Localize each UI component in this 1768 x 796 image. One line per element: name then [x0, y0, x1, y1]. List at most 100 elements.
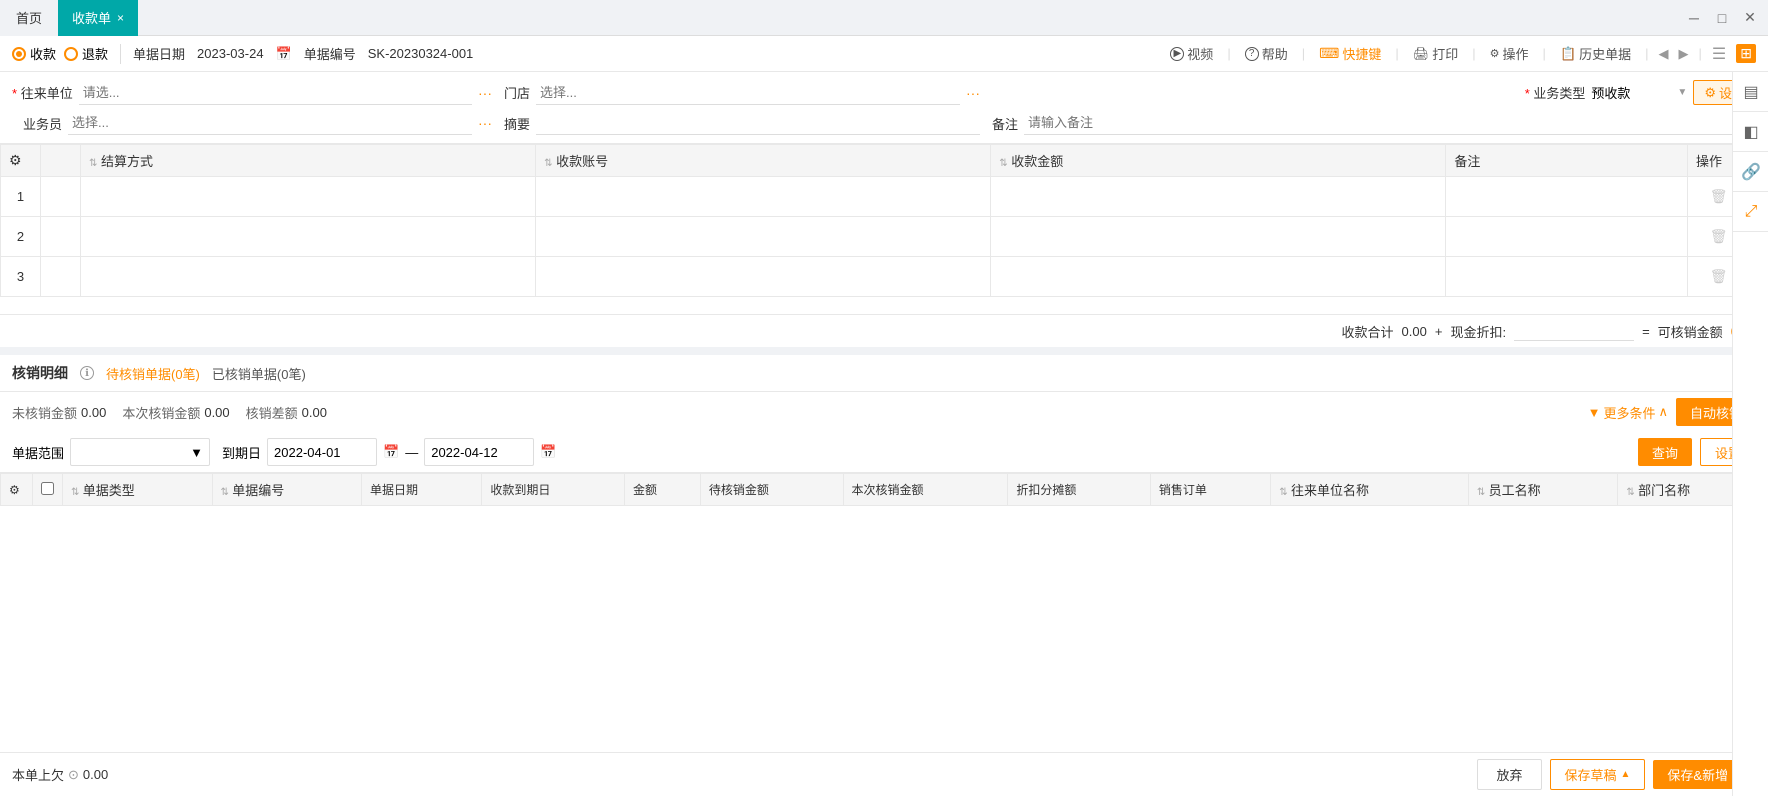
radio-refund[interactable]: 退款	[64, 44, 108, 63]
salesperson-input[interactable]	[68, 111, 472, 135]
range-field: 单据范围 ▼	[12, 438, 210, 466]
help-icon: ?	[1245, 47, 1259, 61]
save-draft-button[interactable]: 保存草稿 ▲	[1550, 759, 1646, 790]
row-2-account[interactable]	[536, 217, 991, 257]
sum-label: 收款合计	[1342, 322, 1394, 341]
close-button[interactable]: ✕	[1740, 8, 1760, 28]
store-label: 门店	[500, 83, 530, 102]
store-input[interactable]	[536, 81, 960, 105]
verif-title: 核销明细	[12, 363, 68, 383]
table-area: ⚙ ⇅ 结算方式 ⇅ 收款账号 ⇅ 收款金额 备注	[0, 144, 1768, 314]
business-type-chevron-icon[interactable]: ▼	[1677, 87, 1687, 98]
row-1-account[interactable]	[536, 177, 991, 217]
diff-stat: 核销差额 0.00	[246, 403, 327, 422]
row-2-remark[interactable]	[1446, 217, 1688, 257]
right-panel-icon-3[interactable]: 🔗	[1733, 152, 1768, 192]
date-label: 单据日期	[133, 44, 185, 63]
table-col-account: ⇅ 收款账号	[536, 145, 991, 177]
print-button[interactable]: 🖨 打印	[1409, 42, 1463, 65]
verif-done-tab[interactable]: 已核销单据(0笔)	[212, 364, 306, 383]
salesperson-more-btn[interactable]: ···	[478, 115, 492, 131]
curr-verif-stat: 本次核销金额 0.00	[122, 403, 229, 422]
tab-home[interactable]: 首页	[0, 0, 58, 36]
row-2-amount[interactable]	[991, 217, 1446, 257]
verif-toolbar: 单据范围 ▼ 到期日 📅 — 📅 查询 设置	[0, 432, 1768, 473]
more-conditions-button[interactable]: ▼ 更多条件 ∧	[1588, 403, 1668, 422]
form-area: * 往来单位 ··· 门店 ··· * 业务类型 预收款 ▼ ⚙	[0, 72, 1768, 144]
discard-button[interactable]: 放弃	[1477, 759, 1541, 790]
right-panel-icon-1[interactable]: ▤	[1733, 72, 1768, 112]
table-col-settings[interactable]: ⚙	[1, 145, 41, 177]
maximize-button[interactable]: □	[1712, 8, 1732, 28]
tab-close-icon[interactable]: ×	[117, 11, 124, 25]
table-gear-icon[interactable]: ⚙	[9, 152, 22, 168]
table-row: 2 🗑 ⊕	[1, 217, 1768, 257]
verif-col-checkbox[interactable]	[33, 474, 63, 506]
video-button[interactable]: ▶ 视频	[1166, 42, 1217, 65]
verif-pending-tab[interactable]: 待核销单据(0笔)	[106, 364, 200, 383]
verif-col-settings[interactable]: ⚙	[1, 474, 33, 506]
next-icon[interactable]: ▶	[1679, 46, 1689, 62]
verif-info-icon[interactable]: ℹ	[80, 366, 94, 380]
verif-col-discount: 折扣分摊额	[1008, 474, 1151, 506]
row-2-settlement[interactable]	[81, 217, 536, 257]
business-type-label: * 业务类型	[1525, 83, 1586, 102]
minimize-button[interactable]: ─	[1684, 8, 1704, 28]
date-field: 到期日 📅 — 📅	[222, 438, 556, 466]
counterpart-more-btn[interactable]: ···	[478, 85, 492, 101]
counterpart-field: * 往来单位 ···	[12, 81, 492, 105]
row-3-amount[interactable]	[991, 257, 1446, 297]
row-2-delete-icon[interactable]: 🗑	[1710, 228, 1728, 245]
date-from-calendar-icon[interactable]: 📅	[383, 444, 399, 460]
right-panel-icon-2[interactable]: ◧	[1733, 112, 1768, 152]
verif-table-wrap: ⚙ ⇅ 单据类型 ⇅ 单据编号 单据日期 收款到期日	[0, 473, 1768, 752]
table-col-num	[41, 145, 81, 177]
date-from-input[interactable]	[267, 438, 377, 466]
date-to-input[interactable]	[424, 438, 534, 466]
verif-checkbox-all[interactable]	[41, 482, 54, 495]
remark-field: 备注	[988, 111, 1756, 135]
business-type-field: * 业务类型 预收款 ▼ ⚙ 设置	[988, 80, 1756, 105]
table-footer: 收款合计 0.00 + 现金折扣: = 可核销金额 0.00	[0, 314, 1768, 347]
summary-input[interactable]	[536, 111, 980, 135]
row-3-delete-icon[interactable]: 🗑	[1710, 268, 1728, 285]
row-3-remark[interactable]	[1446, 257, 1688, 297]
shortcut-button[interactable]: ⌨ 快捷键	[1315, 42, 1385, 65]
calendar-icon[interactable]: 📅	[276, 46, 292, 62]
verif-col-sales-order: 销售订单	[1150, 474, 1270, 506]
counterpart-input[interactable]	[79, 81, 472, 105]
salesperson-label: 业务员	[12, 114, 62, 133]
row-3-settlement[interactable]	[81, 257, 536, 297]
right-panel-icon-4[interactable]: ⤢	[1733, 192, 1768, 232]
tab-receipt[interactable]: 收款单 ×	[58, 0, 138, 36]
curr-verif-label: 本次核销金额	[122, 403, 200, 422]
settings-gear-icon: ⚙	[1704, 85, 1716, 101]
data-table: ⚙ ⇅ 结算方式 ⇅ 收款账号 ⇅ 收款金额 备注	[0, 144, 1768, 297]
date-value[interactable]: 2023-03-24	[197, 46, 264, 61]
discount-input[interactable]	[1514, 321, 1634, 341]
print-icon: 🖨	[1413, 46, 1430, 62]
radio-receipt[interactable]: 收款	[12, 44, 56, 63]
row-1-remark[interactable]	[1446, 177, 1688, 217]
remark-label: 备注	[988, 114, 1018, 133]
list-view-icon[interactable]: ☰	[1712, 44, 1726, 64]
range-select[interactable]: ▼	[70, 438, 210, 466]
history-button[interactable]: 📋 历史单据	[1556, 42, 1635, 65]
operations-button[interactable]: ⚙ 操作	[1486, 42, 1533, 65]
store-more-btn[interactable]: ···	[966, 85, 980, 101]
date-to-calendar-icon[interactable]: 📅	[540, 444, 556, 460]
radio-receipt-dot	[12, 47, 26, 61]
row-1-amount[interactable]	[991, 177, 1446, 217]
remark-input[interactable]	[1024, 111, 1756, 135]
query-button[interactable]: 查询	[1638, 438, 1692, 466]
row-1-delete-icon[interactable]: 🗑	[1710, 188, 1728, 205]
row-1-num-extra	[41, 177, 81, 217]
prev-icon[interactable]: ◀	[1659, 46, 1669, 62]
row-3-account[interactable]	[536, 257, 991, 297]
table-col-amount: ⇅ 收款金额	[991, 145, 1446, 177]
row-1-settlement[interactable]	[81, 177, 536, 217]
page-info-icon[interactable]: ⊙	[68, 767, 79, 783]
help-button[interactable]: ? 帮助	[1241, 42, 1292, 65]
col-settlement-label: 结算方式	[101, 154, 153, 169]
grid-view-icon[interactable]: ⊞	[1736, 44, 1756, 63]
